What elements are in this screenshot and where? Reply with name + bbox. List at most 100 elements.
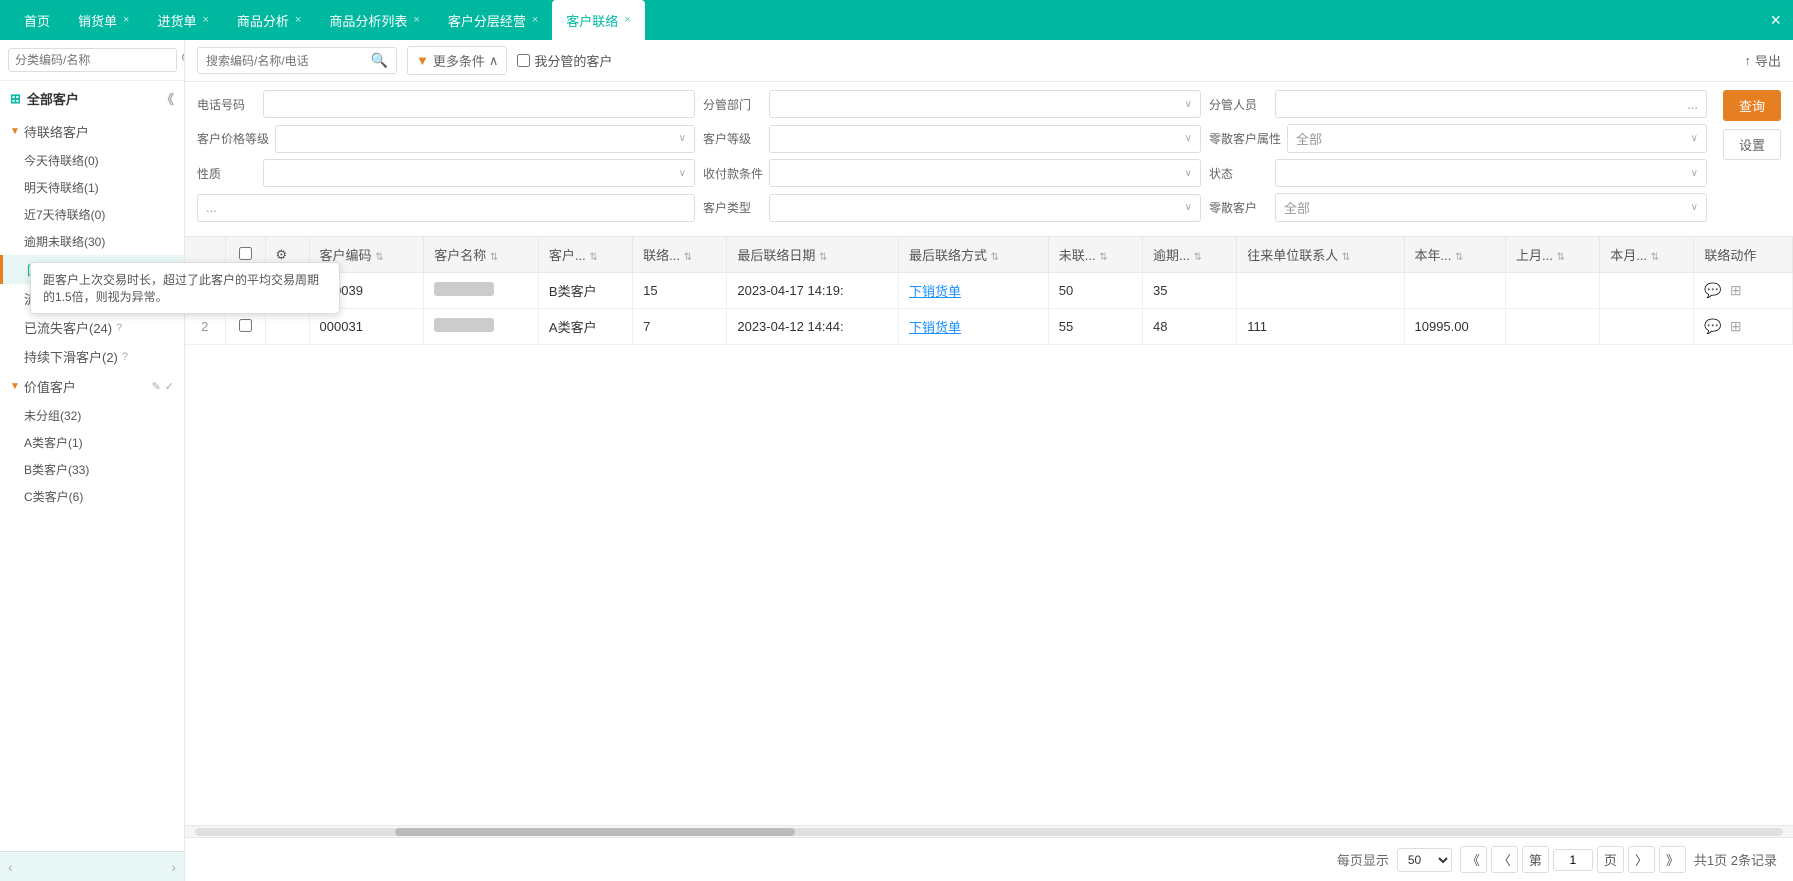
row1-grid-icon[interactable]: ⊞ [1730, 282, 1742, 299]
prev-page-btn[interactable]: 〈 [1491, 846, 1518, 873]
col-header-this-month[interactable]: 本月... ⇅ [1600, 237, 1694, 273]
row2-last-method[interactable]: 下销货单 [899, 309, 1049, 345]
nav-purchase[interactable]: 进货单 × [143, 0, 222, 40]
search-input[interactable] [206, 54, 371, 68]
next-page-btn[interactable]: 〉 [1628, 846, 1655, 873]
status-select[interactable]: ∨ [1275, 159, 1707, 187]
price-grade-select[interactable]: ∨ [275, 125, 695, 153]
first-page-btn[interactable]: 《 [1460, 846, 1487, 873]
nav-home[interactable]: 首页 [10, 0, 64, 40]
row1-overdue: 35 [1142, 273, 1236, 309]
sort-icon-this-year: ⇅ [1455, 252, 1463, 263]
sidebar-item-tomorrow[interactable]: 明天待联络(1) [0, 174, 184, 201]
nav-sales[interactable]: 销货单 × [64, 0, 143, 40]
row1-action: 💬 ⊞ [1694, 273, 1793, 309]
my-customer-checkbox-label[interactable]: 我分管的客户 [517, 51, 612, 70]
my-customer-checkbox[interactable] [517, 54, 530, 67]
scrollbar-thumb[interactable] [395, 828, 795, 836]
sidebar-search-button[interactable]: 🔍 [177, 52, 185, 68]
nav-customer-contact[interactable]: 客户联络 × [552, 0, 644, 40]
close-product-analysis-tab[interactable]: × [295, 14, 301, 26]
retail-customer-select[interactable]: 全部 ∨ [1275, 193, 1707, 222]
row2-chat-icon[interactable]: 💬 [1704, 318, 1721, 335]
payment-select[interactable]: ∨ [769, 159, 1201, 187]
filter-dots: ... [197, 194, 695, 222]
help-icon-churned: ? [116, 322, 122, 334]
close-segment-tab[interactable]: × [532, 14, 538, 26]
row1-last-method[interactable]: 下销货单 [899, 273, 1049, 309]
row1-this-month [1600, 273, 1694, 309]
col-header-last-date[interactable]: 最后联络日期 ⇅ [727, 237, 899, 273]
close-product-list-tab[interactable]: × [413, 14, 419, 26]
sidebar-right-arrow[interactable]: › [171, 859, 176, 875]
sidebar-item-c-class[interactable]: C类客户(6) [0, 483, 184, 510]
filter-manager: 分管人员 ... [1209, 90, 1707, 118]
table-header-row: ⚙ 客户编码 ⇅ 客户名称 ⇅ 客户... ⇅ [185, 237, 1793, 273]
sidebar-item-7days[interactable]: 近7天待联络(0) [0, 201, 184, 228]
more-conditions-button[interactable]: ▼ 更多条件 ∧ [407, 46, 507, 75]
close-sales-tab[interactable]: × [123, 14, 129, 26]
edit-icon[interactable]: ✎ [152, 380, 161, 393]
sidebar-item-today[interactable]: 今天待联络(0) [0, 147, 184, 174]
filter-icon: ▼ [416, 53, 429, 68]
sidebar-value-group[interactable]: ▼ 价值客户 ✎ ✓ [0, 371, 184, 402]
close-all-tabs[interactable]: × [1770, 10, 1781, 31]
per-page-select[interactable]: 50 20 100 [1397, 848, 1452, 872]
sidebar-item-overdue[interactable]: 逾期未联络(30) [0, 228, 184, 255]
col-header-name[interactable]: 客户名称 ⇅ [424, 237, 539, 273]
filter-payment: 收付款条件 ∨ [703, 159, 1201, 187]
row2-method-link[interactable]: 下销货单 [909, 320, 961, 335]
close-purchase-tab[interactable]: × [202, 14, 208, 26]
sidebar-item-declining[interactable]: 持续下滑客户(2) ? [0, 342, 184, 371]
row1-method-link[interactable]: 下销货单 [909, 284, 961, 299]
sidebar-item-a-class[interactable]: A类客户(1) [0, 429, 184, 456]
row1-chat-icon[interactable]: 💬 [1704, 282, 1721, 299]
dots-input[interactable]: ... [197, 194, 695, 222]
row2-last-date: 2023-04-12 14:44: [727, 309, 899, 345]
filter-customer-grade: 客户等级 ∨ [703, 125, 1201, 153]
col-header-this-year[interactable]: 本年... ⇅ [1404, 237, 1505, 273]
col-header-pending[interactable]: 未联... ⇅ [1048, 237, 1142, 273]
close-contact-tab[interactable]: × [624, 14, 630, 26]
nav-product-list[interactable]: 商品分析列表 × [315, 0, 433, 40]
customer-type-label: 客户类型 [703, 199, 763, 216]
page-input[interactable] [1553, 849, 1593, 871]
col-header-last-month[interactable]: 上月... ⇅ [1505, 237, 1599, 273]
col-header-category[interactable]: 客户... ⇅ [538, 237, 632, 273]
dept-select[interactable]: ∨ [769, 90, 1201, 118]
sidebar-group-pending[interactable]: ▼ 待联络客户 [0, 116, 184, 147]
sidebar-item-ungroup[interactable]: 未分组(32) [0, 402, 184, 429]
payment-label: 收付款条件 [703, 165, 763, 182]
export-button[interactable]: ↑ 导出 [1744, 51, 1781, 70]
nature-select[interactable]: ∨ [263, 159, 695, 187]
last-page-btn[interactable]: 》 [1659, 846, 1686, 873]
filter-phone: 电话号码 [197, 90, 695, 118]
value-group-triangle: ▼ [10, 381, 20, 392]
nav-customer-segment[interactable]: 客户分层经营 × [434, 0, 552, 40]
horizontal-scrollbar[interactable] [185, 825, 1793, 837]
sidebar-left-arrow[interactable]: ‹ [8, 859, 13, 875]
row2-action-icons: 💬 ⊞ [1704, 318, 1782, 335]
row2-grid-icon[interactable]: ⊞ [1730, 318, 1742, 335]
nav-product-analysis[interactable]: 商品分析 × [223, 0, 315, 40]
col-header-contact[interactable]: 联络... ⇅ [633, 237, 727, 273]
col-header-last-method[interactable]: 最后联络方式 ⇅ [899, 237, 1049, 273]
sidebar-collapse-btn[interactable]: 《 [161, 89, 174, 108]
retail-customer-value: 全部 [1284, 198, 1310, 217]
sidebar-item-b-class[interactable]: B类客户(33) [0, 456, 184, 483]
phone-input[interactable] [263, 90, 695, 118]
sidebar-item-churned[interactable]: 已流失客户(24) ? [0, 313, 184, 342]
retail-attr-select[interactable]: 全部 ∨ [1287, 124, 1707, 153]
manager-input[interactable]: ... [1275, 90, 1707, 118]
customer-grade-select[interactable]: ∨ [769, 125, 1201, 153]
query-button[interactable]: 查询 [1723, 90, 1781, 121]
customer-type-select[interactable]: ∨ [769, 194, 1201, 222]
row2-checkbox[interactable] [239, 319, 252, 332]
settings-button[interactable]: 设置 [1723, 129, 1781, 160]
scrollbar-track [195, 828, 1783, 836]
col-header-overdue[interactable]: 逾期... ⇅ [1142, 237, 1236, 273]
sidebar-search-input[interactable] [8, 48, 177, 72]
row1-unit-contact [1237, 273, 1404, 309]
check-all-checkbox[interactable] [239, 247, 252, 260]
col-header-unit-contact[interactable]: 往来单位联系人 ⇅ [1237, 237, 1404, 273]
